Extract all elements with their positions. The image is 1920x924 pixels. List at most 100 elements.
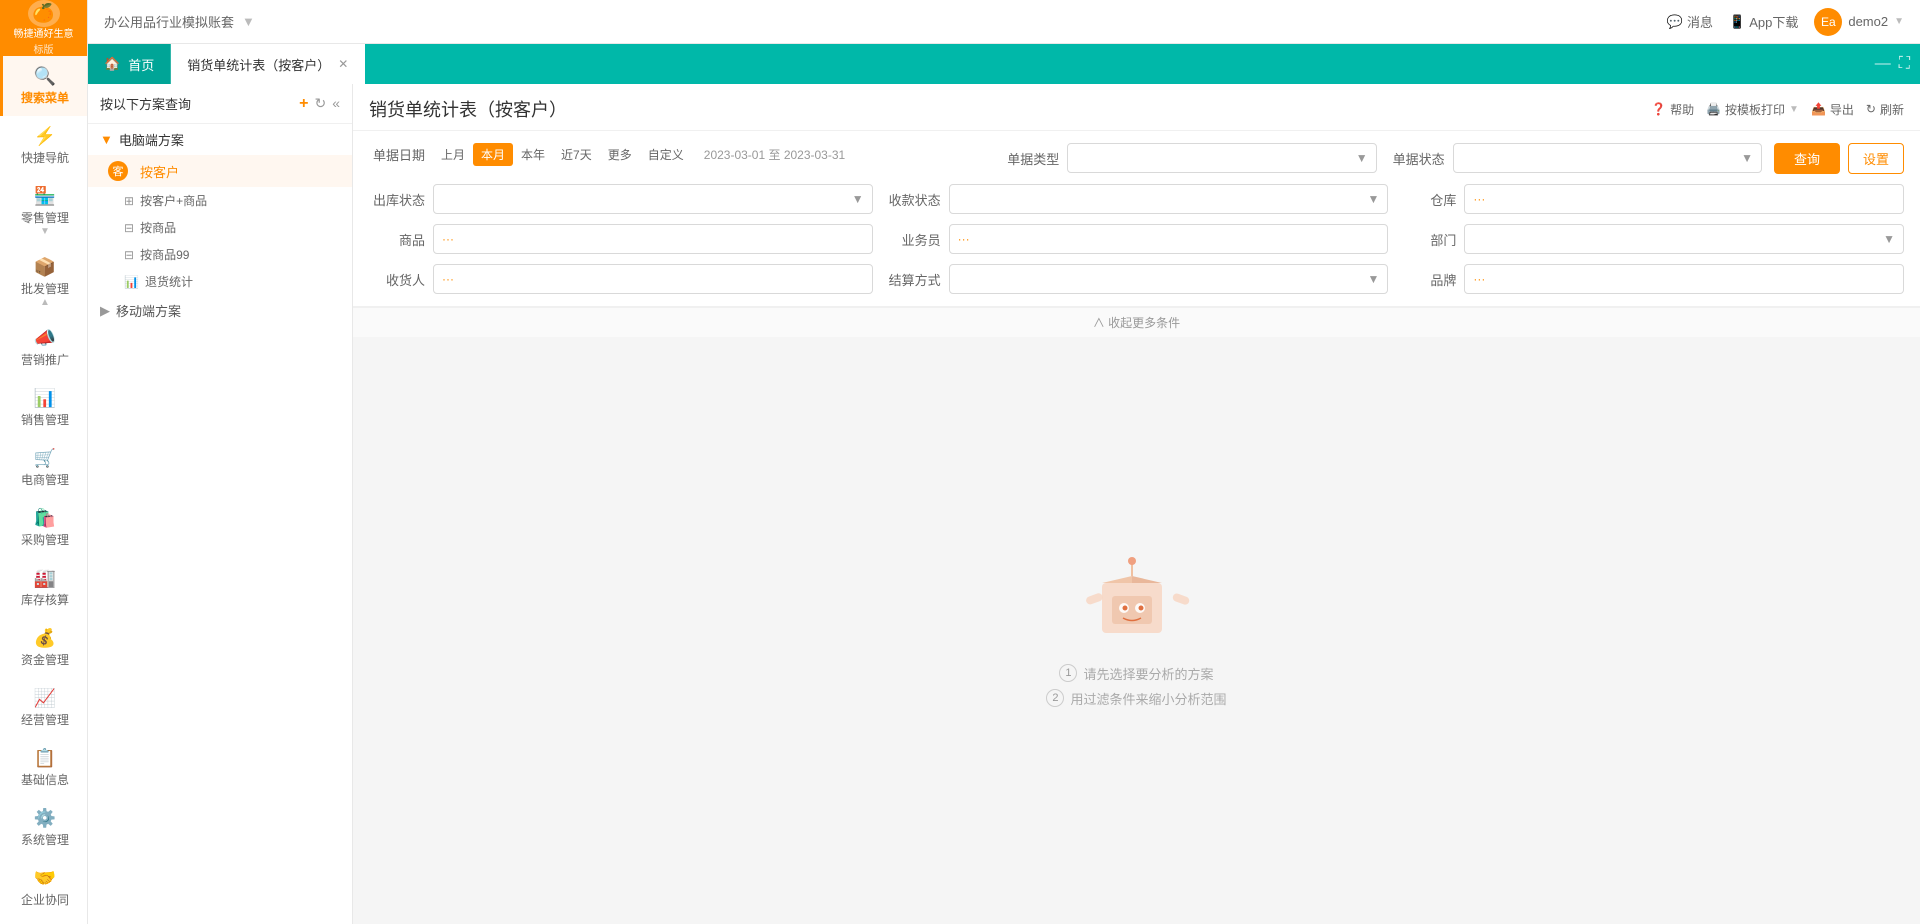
out-status-input[interactable]: ▼ [433, 184, 873, 214]
product-group: 商品 ··· [369, 224, 873, 254]
sidebar-item-inventory[interactable]: 🏭 库存核算 [0, 558, 88, 618]
refresh-icon: ↻ [1866, 102, 1876, 116]
date-btn-last-month[interactable]: 上月 [433, 143, 473, 166]
tab-home-label: 首页 [128, 55, 154, 74]
sidebar-item-ecommerce[interactable]: 🛒 电商管理 [0, 438, 88, 498]
settle-label: 结算方式 [885, 270, 941, 289]
payment-status-label: 收款状态 [885, 190, 941, 209]
tab-minimize-icon[interactable]: — [1875, 55, 1891, 73]
sidebar-item-enterprise[interactable]: 🤝 企业协同 [0, 858, 88, 918]
enterprise-icon: 🤝 [8, 868, 83, 889]
staff-group: 业务员 ··· [885, 224, 1389, 254]
date-btn-7days[interactable]: 近7天 [553, 143, 600, 166]
grid-icon: ⊞ [124, 194, 134, 208]
out-status-arrow: ▼ [852, 192, 864, 206]
tree-item-return-stats[interactable]: 📊 退货统计 [88, 268, 352, 295]
tree-item-by-customer-product[interactable]: ⊞ 按客户+商品 [88, 187, 352, 214]
sidebar-item-label: 采购管理 [21, 533, 69, 547]
warehouse-input[interactable]: ··· [1464, 184, 1904, 214]
page-title: 销货单统计表（按客户） [369, 96, 567, 122]
basic-icon: 📋 [8, 748, 83, 769]
app-download-btn[interactable]: 📱 App下载 [1729, 12, 1798, 31]
user-area[interactable]: Ea demo2 ▼ [1814, 8, 1904, 36]
date-filter-group: 单据日期 上月 本月 本年 近7天 更多 自定义 2023-03-01 至 20… [369, 143, 991, 166]
desktop-section[interactable]: ▼ 电脑端方案 [88, 124, 352, 155]
tab-sales-stats[interactable]: 销货单统计表（按客户） ✕ [171, 44, 365, 84]
by-customer-label: 按客户 [140, 162, 179, 181]
dept-input[interactable]: ▼ [1464, 224, 1904, 254]
sidebar-item-basic[interactable]: 📋 基础信息 [0, 738, 88, 798]
return-stats-label: 退货统计 [145, 273, 193, 290]
add-scheme-btn[interactable]: + [299, 95, 308, 113]
sidebar-item-guide[interactable]: 🎯 新手引导 [0, 918, 88, 924]
system-icon: ⚙️ [8, 808, 83, 829]
sales-icon: 📊 [8, 388, 83, 409]
expand-icon: ▼ [40, 226, 50, 237]
settle-input[interactable]: ▼ [949, 264, 1389, 294]
doc-type-input[interactable]: ▼ [1067, 143, 1376, 173]
sidebar-item-wholesale[interactable]: 📦 批发管理 ▲ [0, 247, 88, 318]
app-subtitle: 标版 [34, 41, 54, 56]
tab-maximize-icon[interactable]: ⛶ [1899, 55, 1910, 73]
date-btn-this-month[interactable]: 本月 [473, 143, 513, 166]
active-indicator: 客 [108, 161, 128, 181]
tab-sales-stats-label: 销货单统计表（按客户） [187, 55, 330, 74]
payment-status-group: 收款状态 ▼ [885, 184, 1389, 214]
mobile-expand-icon: ▶ [100, 303, 110, 319]
left-panel-actions: + ↻ « [299, 95, 340, 113]
help-btn[interactable]: ❓ 帮助 [1651, 101, 1694, 118]
sidebar-item-system[interactable]: ⚙️ 系统管理 [0, 798, 88, 858]
date-btn-more[interactable]: 更多 [600, 143, 640, 166]
tree-item-by-product[interactable]: ⊟ 按商品 [88, 214, 352, 241]
settings-button[interactable]: 设置 [1848, 143, 1904, 174]
date-btn-custom[interactable]: 自定义 [640, 143, 692, 166]
export-btn[interactable]: 📤 导出 [1811, 101, 1854, 118]
brand-value: ··· [1473, 272, 1485, 286]
mobile-section[interactable]: ▶ 移动端方案 [88, 295, 352, 326]
finance-icon: 💰 [8, 628, 83, 649]
mobile-section-label: 移动端方案 [116, 301, 181, 320]
username: demo2 [1848, 14, 1888, 29]
receiver-input[interactable]: ··· [433, 264, 873, 294]
sidebar-item-search-menu[interactable]: 🔍 搜索菜单 [0, 56, 88, 116]
sidebar-item-sales[interactable]: 📊 销售管理 [0, 378, 88, 438]
sidebar-item-marketing[interactable]: 📣 营销推广 [0, 318, 88, 378]
staff-input[interactable]: ··· [949, 224, 1389, 254]
product-input[interactable]: ··· [433, 224, 873, 254]
sidebar-item-quick-nav[interactable]: ⚡ 快捷导航 [0, 116, 88, 176]
sidebar-item-retail[interactable]: 🏪 零售管理 ▼ [0, 176, 88, 247]
message-btn[interactable]: 💬 消息 [1667, 12, 1713, 31]
query-button[interactable]: 查询 [1774, 143, 1840, 174]
receiver-group: 收货人 ··· [369, 264, 873, 294]
breadcrumb-area: 办公用品行业模拟账套 ▼ [104, 12, 255, 31]
refresh-btn[interactable]: ↻ 刷新 [1866, 101, 1904, 118]
export-icon: 📤 [1811, 102, 1826, 116]
refresh-scheme-btn[interactable]: ↻ [314, 95, 326, 113]
date-btn-this-year[interactable]: 本年 [513, 143, 553, 166]
top-header: 办公用品行业模拟账套 ▼ 💬 消息 📱 App下载 Ea demo2 ▼ [88, 0, 1920, 44]
empty-hint-1: 1 请先选择要分析的方案 [1059, 664, 1213, 683]
inventory-icon: 🏭 [8, 568, 83, 589]
doc-status-input[interactable]: ▼ [1453, 143, 1762, 173]
brand-input[interactable]: ··· [1464, 264, 1904, 294]
warehouse-label: 仓库 [1400, 190, 1456, 209]
sidebar-item-label: 零售管理 [21, 209, 69, 226]
empty-hint-1-text: 请先选择要分析的方案 [1083, 664, 1213, 683]
print-btn[interactable]: 🖨️ 按模板打印 ▼ [1706, 101, 1799, 118]
sidebar-item-finance[interactable]: 💰 资金管理 [0, 618, 88, 678]
tree-item-by-product-99[interactable]: ⊟ 按商品99 [88, 241, 352, 268]
tab-home[interactable]: 🏠 首页 [88, 44, 171, 84]
collapse-panel-btn[interactable]: « [332, 95, 340, 113]
avatar-text: Ea [1821, 15, 1836, 29]
sidebar-item-label: 基础信息 [21, 773, 69, 787]
settle-arrow: ▼ [1367, 272, 1379, 286]
payment-status-input[interactable]: ▼ [949, 184, 1389, 214]
ecommerce-icon: 🛒 [8, 448, 83, 469]
collapse-bar[interactable]: ∧ 收起更多条件 [353, 307, 1920, 337]
sidebar-item-purchase[interactable]: 🛍️ 采购管理 [0, 498, 88, 558]
tree-expand-icon: ▼ [100, 132, 113, 147]
sidebar-item-operation[interactable]: 📈 经营管理 [0, 678, 88, 738]
page-header-actions: ❓ 帮助 🖨️ 按模板打印 ▼ 📤 导出 ↻ 刷新 [1651, 101, 1904, 118]
tree-item-by-customer[interactable]: 客 按客户 [88, 155, 352, 187]
tab-close-btn[interactable]: ✕ [338, 57, 348, 71]
